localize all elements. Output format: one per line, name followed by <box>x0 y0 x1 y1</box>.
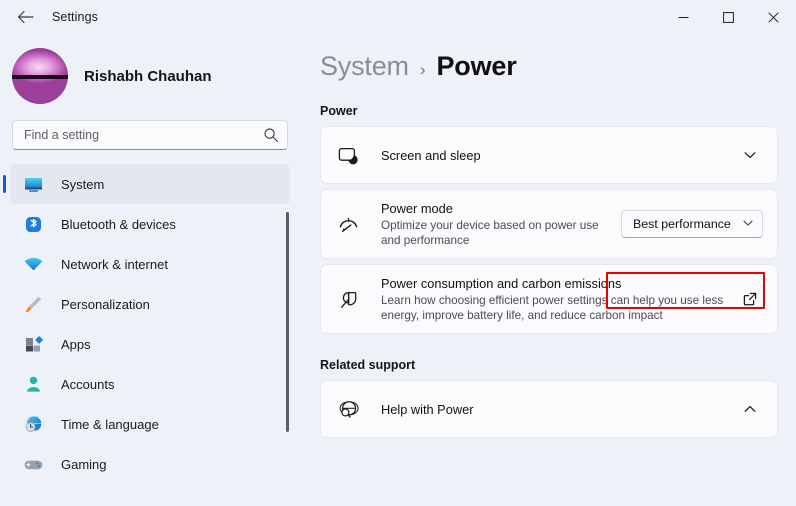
card-help-with-power[interactable]: Help with Power <box>320 380 778 438</box>
maximize-button[interactable] <box>706 0 751 34</box>
card-text: Power consumption and carbon emissions L… <box>381 275 727 323</box>
card-title: Screen and sleep <box>381 147 481 163</box>
card-text: Power mode Optimize your device based on… <box>381 200 611 248</box>
sidebar-item-system[interactable]: System <box>3 164 290 204</box>
maximize-icon <box>723 11 734 23</box>
chevron-down-icon[interactable] <box>737 142 763 168</box>
power-gauge-icon <box>334 210 362 238</box>
external-link-icon[interactable] <box>737 286 763 312</box>
sidebar-item-network-internet[interactable]: Network & internet <box>10 244 290 284</box>
profile-name: Rishabh Chauhan <box>84 67 212 85</box>
card-power-consumption[interactable]: Power consumption and carbon emissions L… <box>320 264 778 334</box>
brush-icon <box>22 293 44 315</box>
power-mode-dropdown[interactable]: Best performance <box>621 210 763 238</box>
chevron-up-icon[interactable] <box>737 396 763 422</box>
bluetooth-icon <box>22 213 44 235</box>
gamepad-icon <box>22 453 44 475</box>
chevron-down-icon <box>742 217 754 232</box>
person-icon <box>22 373 44 395</box>
sidebar-item-label: Apps <box>61 336 91 352</box>
avatar <box>12 48 68 104</box>
sidebar: Rishabh Chauhan Find a setting System Bl… <box>0 34 300 506</box>
sidebar-scrollbar[interactable] <box>286 212 289 432</box>
card-title: Power mode <box>381 201 453 216</box>
sidebar-item-gaming[interactable]: Gaming <box>10 444 290 484</box>
search-input[interactable] <box>12 120 288 150</box>
breadcrumb-parent[interactable]: System <box>320 51 409 82</box>
card-text: Help with Power <box>381 401 727 418</box>
close-button[interactable] <box>751 0 796 34</box>
leaf-icon <box>334 285 362 313</box>
wifi-icon <box>22 253 44 275</box>
card-description: Optimize your device based on power use … <box>381 219 599 247</box>
sidebar-item-time-language[interactable]: Time & language <box>10 404 290 444</box>
card-screen-and-sleep[interactable]: Screen and sleep <box>320 126 778 184</box>
sidebar-item-accounts[interactable]: Accounts <box>10 364 290 404</box>
sidebar-item-personalization[interactable]: Personalization <box>10 284 290 324</box>
sidebar-item-label: System <box>61 176 105 192</box>
screen-sleep-icon <box>334 141 362 169</box>
card-power-mode[interactable]: Power mode Optimize your device based on… <box>320 189 778 259</box>
title-bar: Settings <box>0 0 796 34</box>
card-control[interactable] <box>737 142 763 168</box>
monitor-icon <box>22 173 44 195</box>
sidebar-item-label: Network & internet <box>61 256 168 272</box>
breadcrumb-separator-icon: › <box>419 60 426 79</box>
search-container <box>12 120 288 150</box>
card-control[interactable] <box>737 396 763 422</box>
sidebar-item-apps[interactable]: Apps <box>10 324 290 364</box>
settings-window: Settings Rishabh Chauhan Find a setting … <box>0 0 796 506</box>
card-control: Best performance <box>621 210 763 238</box>
card-title: Help with Power <box>381 401 474 417</box>
sidebar-item-label: Accounts <box>61 376 115 392</box>
card-text: Screen and sleep <box>381 147 727 164</box>
power-mode-selected-value: Best performance <box>633 217 731 231</box>
card-title: Power consumption and carbon emissions <box>381 276 622 291</box>
minimize-icon <box>678 16 689 18</box>
sidebar-item-label: Gaming <box>61 456 107 472</box>
window-controls <box>661 0 796 34</box>
sidebar-item-label: Time & language <box>61 416 159 432</box>
user-profile[interactable]: Rishabh Chauhan <box>0 44 300 108</box>
sidebar-item-label: Personalization <box>61 296 150 312</box>
page-title: Power <box>436 51 517 81</box>
arrow-left-icon <box>17 10 34 24</box>
close-icon <box>768 11 779 23</box>
apps-icon <box>22 333 44 355</box>
sidebar-item-label: Bluetooth & devices <box>61 216 176 232</box>
globe-clock-icon <box>22 413 44 435</box>
card-description: Learn how choosing efficient power setti… <box>381 294 724 322</box>
section-label-related-support: Related support <box>320 358 416 372</box>
sidebar-nav: System Bluetooth & devices Network & int… <box>0 164 300 484</box>
card-control[interactable] <box>737 286 763 312</box>
window-title: Settings <box>52 10 98 24</box>
section-label-power: Power <box>320 104 358 118</box>
sidebar-item-bluetooth-devices[interactable]: Bluetooth & devices <box>10 204 290 244</box>
main-content: System › Power Power Screen and sleep Po… <box>300 34 796 506</box>
back-button[interactable] <box>10 4 40 30</box>
breadcrumb: System › Power <box>320 51 796 82</box>
globe-search-icon <box>334 395 362 423</box>
minimize-button[interactable] <box>661 0 706 34</box>
